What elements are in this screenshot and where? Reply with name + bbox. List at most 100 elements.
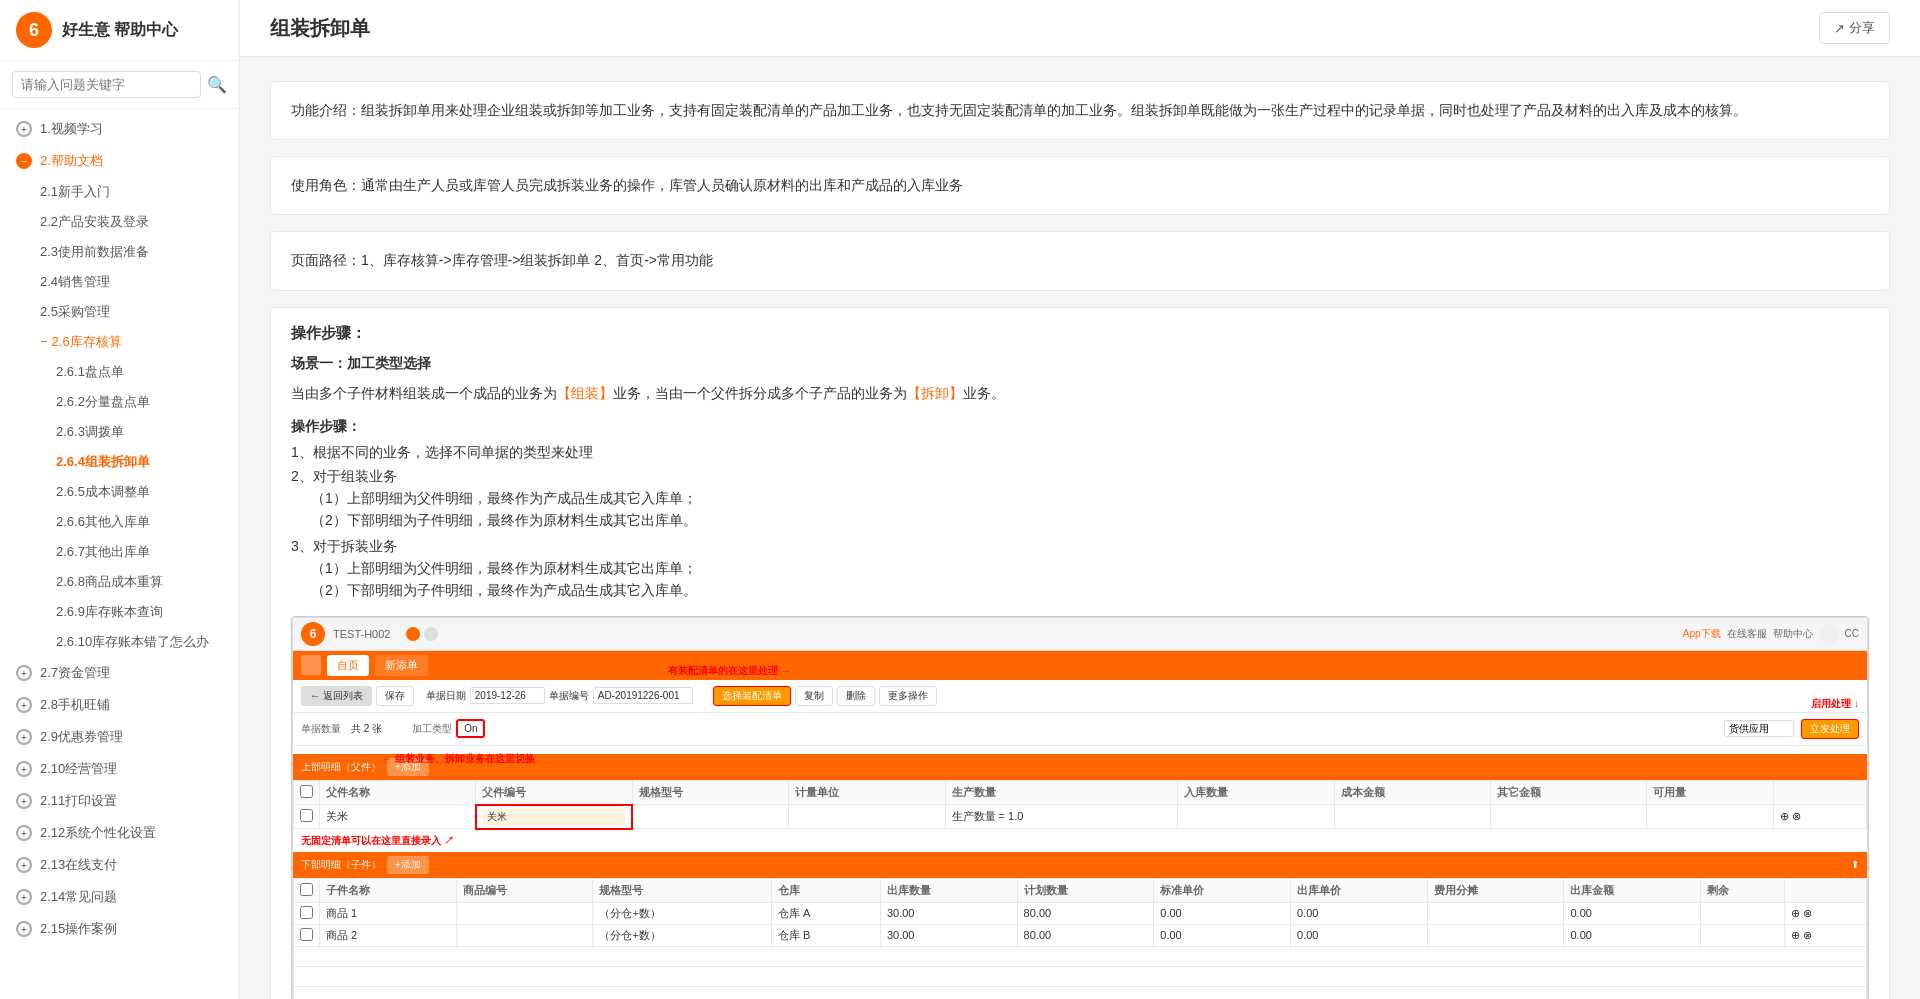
sidebar-item-docs-265[interactable]: 2.6.5成本调整单 [0, 477, 239, 507]
mock-toolbar: ← 返回列表 保存 单据日期 2019-12-26 单据编号 AD-201912… [293, 680, 1867, 713]
mock-label-number: 单据编号 [549, 689, 589, 703]
mock-ltd-spec-2: （分仓+数） [593, 924, 772, 946]
mock-btn-more[interactable]: 更多操作 [879, 686, 937, 706]
mock-ltd-alloc-2 [1427, 924, 1564, 946]
mock-td-avail-1 [1647, 805, 1773, 829]
mock-form-number: 单据编号 AD-20191226-001 [549, 687, 693, 704]
sidebar-item-docs-269[interactable]: 2.6.9库存账本查询 [0, 597, 239, 627]
mock-browser: 6 TEST-H002 App下载 在线客服 帮助中心 CC [292, 617, 1868, 999]
search-box[interactable]: 🔍 [0, 61, 239, 109]
sidebar-item-docs-210[interactable]: + 2.10经营管理 [0, 753, 239, 785]
sidebar-header: 6 好生意 帮助中心 [0, 0, 239, 61]
mock-btn-back[interactable]: ← 返回列表 [301, 686, 372, 706]
sidebar: 6 好生意 帮助中心 🔍 + 1.视频学习 − 2.帮助文档 2.1新手入门 2… [0, 0, 240, 999]
sidebar-item-docs-22[interactable]: 2.2产品安装及登录 [0, 207, 239, 237]
sidebar-item-docs-215[interactable]: + 2.15操作案例 [0, 913, 239, 945]
sidebar-item-docs-262[interactable]: 2.6.2分量盘点单 [0, 387, 239, 417]
sidebar-item-docs-263[interactable]: 2.6.3调拨单 [0, 417, 239, 447]
sidebar-item-docs-214[interactable]: + 2.14常见问题 [0, 881, 239, 913]
mock-lcheckbox-2[interactable] [300, 928, 313, 941]
nav-label-video: 1.视频学习 [40, 120, 103, 138]
highlight-zuzhuan: 【组装】 [557, 385, 613, 401]
mock-ltd-oqty-1: 30.00 [880, 902, 1017, 924]
scenario1-desc: 当由多个子件材料组装成一个成品的业务为【组装】业务，当由一个父件拆分成多个子产品… [291, 381, 1869, 406]
mock-tab-new[interactable]: 新添单 [375, 655, 428, 676]
mock-upper-table-container: 父件名称 父件编号 规格型号 计量单位 生产数量 入库数量 成本金额 其它金额 … [293, 780, 1867, 830]
mock-ltd-check-1 [294, 902, 320, 924]
mock-row-del-icon[interactable]: ⊗ [1792, 810, 1801, 822]
mock-lth-amount: 出库金额 [1564, 878, 1701, 902]
sidebar-item-docs-213[interactable]: + 2.13在线支付 [0, 849, 239, 881]
mock-ltd-code-2 [456, 924, 593, 946]
mock-lower-label: 下部明细（子件） [301, 858, 381, 872]
sidebar-item-docs-264[interactable]: 2.6.4组装拆卸单 [0, 447, 239, 477]
mock-lrow-del-icon[interactable]: ⊗ [1803, 907, 1812, 919]
sidebar-item-docs-267[interactable]: 2.6.7其他出库单 [0, 537, 239, 567]
step3-text: 3、对于拆装业务 [291, 538, 1869, 556]
sidebar-item-docs-211[interactable]: + 2.11打印设置 [0, 785, 239, 817]
mock-type-value: On [464, 723, 477, 734]
mock-lcheckbox-all[interactable] [300, 883, 313, 896]
sidebar-item-docs-28[interactable]: + 2.8手机旺铺 [0, 689, 239, 721]
sidebar-item-docs-21[interactable]: 2.1新手入门 [0, 177, 239, 207]
mock-input-date[interactable]: 2019-12-26 [470, 687, 545, 704]
mock-td-code-1: 关米 [476, 805, 632, 829]
mock-th-instock-qty: 入库数量 [1178, 780, 1334, 805]
mock-th-actions [1773, 780, 1866, 805]
mock-lrow-copy-icon-2[interactable]: ⊕ [1791, 929, 1800, 941]
search-button[interactable]: 🔍 [207, 75, 227, 94]
mock-btn-delete[interactable]: 删除 [837, 686, 875, 706]
nav-plus-icon-214: + [16, 889, 32, 905]
mock-lower-table: 子件名称 商品编号 规格型号 仓库 出库数量 计划数量 标准单价 出库单价 费用… [293, 878, 1867, 999]
sidebar-item-docs-268[interactable]: 2.6.8商品成本重算 [0, 567, 239, 597]
mock-lrow-copy-icon[interactable]: ⊕ [1791, 907, 1800, 919]
sidebar-item-docs-29[interactable]: + 2.9优惠券管理 [0, 721, 239, 753]
sidebar-item-docs-2610[interactable]: 2.6.10库存账本错了怎么办 [0, 627, 239, 657]
mock-checkbox-row-1[interactable] [300, 809, 313, 822]
logo-title: 好生意 帮助中心 [62, 20, 178, 41]
share-button[interactable]: ↗ 分享 [1819, 12, 1890, 44]
mock-lcheckbox-1[interactable] [300, 906, 313, 919]
mock-ltd-empty-5 [294, 986, 1867, 999]
nav-label-docs-210: 2.10经营管理 [40, 760, 117, 778]
mock-annotation-area: 无固定清单可以在这里直接录入 ↗ [293, 830, 1867, 852]
mock-lth-stdprice: 标准单价 [1154, 878, 1291, 902]
sidebar-item-docs-261[interactable]: 2.6.1盘点单 [0, 357, 239, 387]
mock-btn-enable[interactable]: 立发处理 [1801, 719, 1859, 739]
mock-input-warehouse[interactable] [1724, 720, 1794, 737]
mock-ltd-empty-4 [294, 966, 1867, 986]
mock-titlebar-icons [406, 627, 438, 641]
sidebar-item-video[interactable]: + 1.视频学习 [0, 113, 239, 145]
sidebar-item-docs-23[interactable]: 2.3使用前数据准备 [0, 237, 239, 267]
nav-plus-icon-213: + [16, 857, 32, 873]
nav-label-docs-215: 2.15操作案例 [40, 920, 117, 938]
sidebar-item-docs-27[interactable]: + 2.7资金管理 [0, 657, 239, 689]
search-input[interactable] [12, 71, 201, 98]
mock-btn-copy[interactable]: 复制 [795, 686, 833, 706]
mock-lrow-del-icon-2[interactable]: ⊗ [1803, 929, 1812, 941]
mock-td-cost-1 [1334, 805, 1490, 829]
mock-nav: 自页 新添单 [293, 651, 1867, 680]
mock-th-parent-name: 父件名称 [320, 780, 476, 805]
mock-lower-section-header: 下部明细（子件） +添加 ⬆ [293, 852, 1867, 878]
nav-label-docs-212: 2.12系统个性化设置 [40, 824, 156, 842]
sidebar-item-docs[interactable]: − 2.帮助文档 [0, 145, 239, 177]
mock-input-number[interactable]: AD-20191226-001 [593, 687, 693, 704]
nav-plus-icon-27: + [16, 665, 32, 681]
mock-btn-bom[interactable]: 选择装配清单 [713, 686, 791, 706]
mock-checkbox-all-upper[interactable] [300, 785, 313, 798]
step3-sub: （1）上部明细为父件明细，最终作为原材料生成其它出库单； （2）下部明细为子件明… [291, 560, 1869, 600]
mock-row-copy-icon[interactable]: ⊕ [1780, 810, 1789, 822]
nav-label-docs-27: 2.7资金管理 [40, 664, 110, 682]
mock-lower-add-btn[interactable]: +添加 [387, 856, 429, 874]
mock-lth-name: 子件名称 [320, 878, 457, 902]
sidebar-item-docs-266[interactable]: 2.6.6其他入库单 [0, 507, 239, 537]
sidebar-item-docs-26[interactable]: −2.6库存核算 [0, 327, 239, 357]
mock-btn-save[interactable]: 保存 [376, 686, 414, 706]
mock-th-cost: 成本金额 [1334, 780, 1490, 805]
sidebar-item-docs-24[interactable]: 2.4销售管理 [0, 267, 239, 297]
sidebar-item-docs-25[interactable]: 2.5采购管理 [0, 297, 239, 327]
sidebar-item-docs-212[interactable]: + 2.12系统个性化设置 [0, 817, 239, 849]
mock-type-select[interactable]: On [456, 719, 485, 738]
mock-tab-home[interactable]: 自页 [327, 655, 369, 676]
